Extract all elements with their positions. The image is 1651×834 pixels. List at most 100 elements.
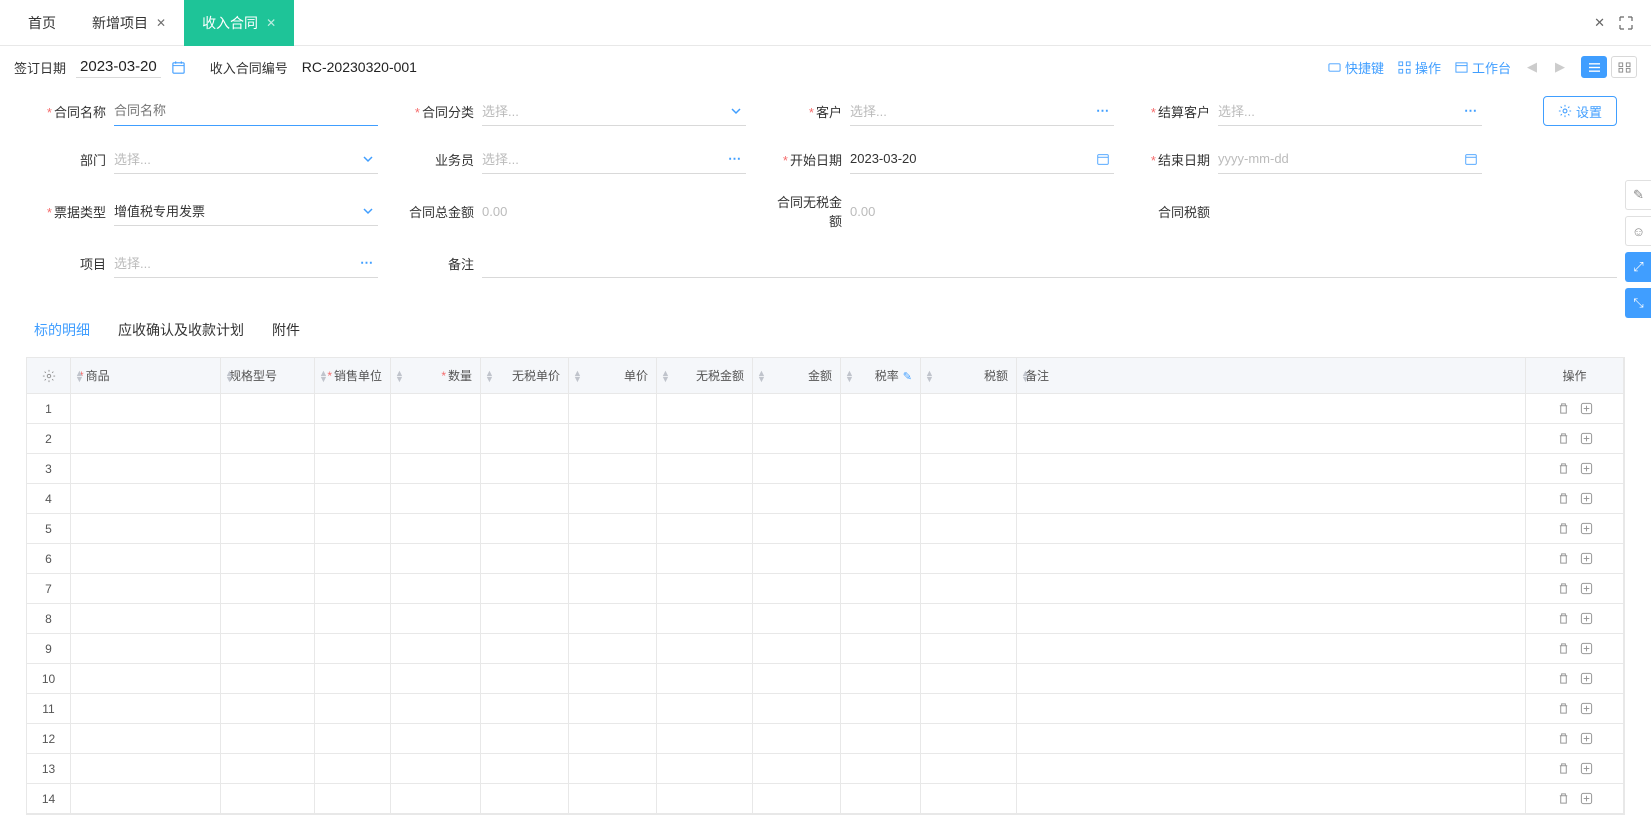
add-row-icon[interactable] xyxy=(1580,522,1593,535)
add-row-icon[interactable] xyxy=(1580,762,1593,775)
shortcut-button[interactable]: 快捷键 xyxy=(1328,58,1384,77)
table-row[interactable]: 13 xyxy=(27,754,1624,784)
th-note[interactable]: ▲▼备注 xyxy=(1017,358,1526,393)
lookup-icon[interactable]: ⋯ xyxy=(1464,103,1478,119)
add-row-icon[interactable] xyxy=(1580,612,1593,625)
contract-name-input[interactable] xyxy=(114,103,378,118)
calendar-icon[interactable] xyxy=(171,60,186,75)
edit-icon[interactable]: ✎ xyxy=(903,371,912,383)
workbench-button[interactable]: 工作台 xyxy=(1455,58,1511,77)
close-icon[interactable]: ✕ xyxy=(156,16,166,30)
lookup-icon[interactable]: ⋯ xyxy=(728,151,742,167)
tab-income-contract[interactable]: 收入合同 ✕ xyxy=(184,0,294,46)
add-row-icon[interactable] xyxy=(1580,402,1593,415)
prev-icon[interactable]: ◀ xyxy=(1525,59,1539,75)
field-contract-name: *合同名称 xyxy=(34,96,378,126)
table-row[interactable]: 6 xyxy=(27,544,1624,574)
th-spec[interactable]: ▲▼规格型号 xyxy=(221,358,315,393)
delete-row-icon[interactable] xyxy=(1557,762,1570,775)
subtab-attachment[interactable]: 附件 xyxy=(272,312,300,348)
delete-row-icon[interactable] xyxy=(1557,792,1570,805)
tab-home[interactable]: 首页 xyxy=(10,0,74,46)
table-row[interactable]: 7 xyxy=(27,574,1624,604)
add-row-icon[interactable] xyxy=(1580,702,1593,715)
subtab-detail[interactable]: 标的明细 xyxy=(34,312,90,348)
side-expand-icon[interactable]: ⤢ xyxy=(1625,252,1651,282)
delete-row-icon[interactable] xyxy=(1557,402,1570,415)
table-row[interactable]: 10 xyxy=(27,664,1624,694)
delete-row-icon[interactable] xyxy=(1557,432,1570,445)
field-tax-amount: 合同税额 xyxy=(1138,192,1482,230)
th-tax[interactable]: ▲▼税额 xyxy=(921,358,1017,393)
add-row-icon[interactable] xyxy=(1580,792,1593,805)
sign-date-value[interactable]: 2023-03-20 xyxy=(76,56,161,78)
delete-row-icon[interactable] xyxy=(1557,552,1570,565)
add-row-icon[interactable] xyxy=(1580,672,1593,685)
view-grid-button[interactable] xyxy=(1611,56,1637,78)
table-row[interactable]: 5 xyxy=(27,514,1624,544)
table-body: 1234567891011121314 xyxy=(27,394,1624,814)
table-row[interactable]: 1 xyxy=(27,394,1624,424)
delete-row-icon[interactable] xyxy=(1557,522,1570,535)
table-row[interactable]: 9 xyxy=(27,634,1624,664)
row-index: 2 xyxy=(27,424,71,453)
add-row-icon[interactable] xyxy=(1580,462,1593,475)
add-row-icon[interactable] xyxy=(1580,552,1593,565)
close-icon[interactable]: ✕ xyxy=(266,16,276,30)
th-notax-amt[interactable]: ▲▼无税金额 xyxy=(657,358,753,393)
next-icon[interactable]: ▶ xyxy=(1553,59,1567,75)
th-product[interactable]: ▲▼*商品 xyxy=(71,358,221,393)
side-edit-icon[interactable]: ✎ xyxy=(1625,180,1651,210)
row-index: 1 xyxy=(27,394,71,423)
table-row[interactable]: 14 xyxy=(27,784,1624,814)
fullscreen-icon[interactable] xyxy=(1619,16,1633,30)
delete-row-icon[interactable] xyxy=(1557,702,1570,715)
th-price[interactable]: ▲▼单价 xyxy=(569,358,657,393)
delete-row-icon[interactable] xyxy=(1557,492,1570,505)
table-row[interactable]: 2 xyxy=(27,424,1624,454)
th-qty[interactable]: ▲▼*数量 xyxy=(391,358,481,393)
delete-row-icon[interactable] xyxy=(1557,582,1570,595)
chevron-down-icon[interactable] xyxy=(362,153,374,165)
table-row[interactable]: 11 xyxy=(27,694,1624,724)
lookup-icon[interactable]: ⋯ xyxy=(1096,103,1110,119)
close-all-icon[interactable]: ✕ xyxy=(1594,15,1605,31)
add-row-icon[interactable] xyxy=(1580,432,1593,445)
th-taxrate[interactable]: ▲▼税率✎ xyxy=(841,358,921,393)
delete-row-icon[interactable] xyxy=(1557,732,1570,745)
calendar-icon[interactable] xyxy=(1096,152,1110,166)
settings-button[interactable]: 设置 xyxy=(1543,96,1617,126)
delete-row-icon[interactable] xyxy=(1557,462,1570,475)
delete-row-icon[interactable] xyxy=(1557,612,1570,625)
add-row-icon[interactable] xyxy=(1580,492,1593,505)
th-unit[interactable]: ▲▼*销售单位 xyxy=(315,358,391,393)
field-start-date: *开始日期 2023-03-20 xyxy=(770,144,1114,174)
add-row-icon[interactable] xyxy=(1580,732,1593,745)
table-row[interactable]: 12 xyxy=(27,724,1624,754)
row-index: 5 xyxy=(27,514,71,543)
th-amt[interactable]: ▲▼金额 xyxy=(753,358,841,393)
add-row-icon[interactable] xyxy=(1580,642,1593,655)
table-row[interactable]: 4 xyxy=(27,484,1624,514)
tab-new-project[interactable]: 新增项目 ✕ xyxy=(74,0,184,46)
chevron-down-icon[interactable] xyxy=(730,105,742,117)
field-customer: *客户 选择...⋯ xyxy=(770,96,1114,126)
row-index: 6 xyxy=(27,544,71,573)
add-row-icon[interactable] xyxy=(1580,582,1593,595)
calendar-icon[interactable] xyxy=(1464,152,1478,166)
row-index: 14 xyxy=(27,784,71,813)
remark-input[interactable] xyxy=(482,255,1617,270)
operate-button[interactable]: 操作 xyxy=(1398,58,1441,77)
subtab-receivable[interactable]: 应收确认及收款计划 xyxy=(118,312,244,348)
table-row[interactable]: 3 xyxy=(27,454,1624,484)
view-list-button[interactable] xyxy=(1581,56,1607,78)
table-row[interactable]: 8 xyxy=(27,604,1624,634)
side-user-icon[interactable]: ☺ xyxy=(1625,216,1651,246)
lookup-icon[interactable]: ⋯ xyxy=(360,255,374,271)
delete-row-icon[interactable] xyxy=(1557,642,1570,655)
gear-column[interactable] xyxy=(27,358,71,393)
chevron-down-icon[interactable] xyxy=(362,205,374,217)
th-notax-price[interactable]: ▲▼无税单价 xyxy=(481,358,569,393)
delete-row-icon[interactable] xyxy=(1557,672,1570,685)
side-collapse-icon[interactable]: ⤡ xyxy=(1625,288,1651,318)
